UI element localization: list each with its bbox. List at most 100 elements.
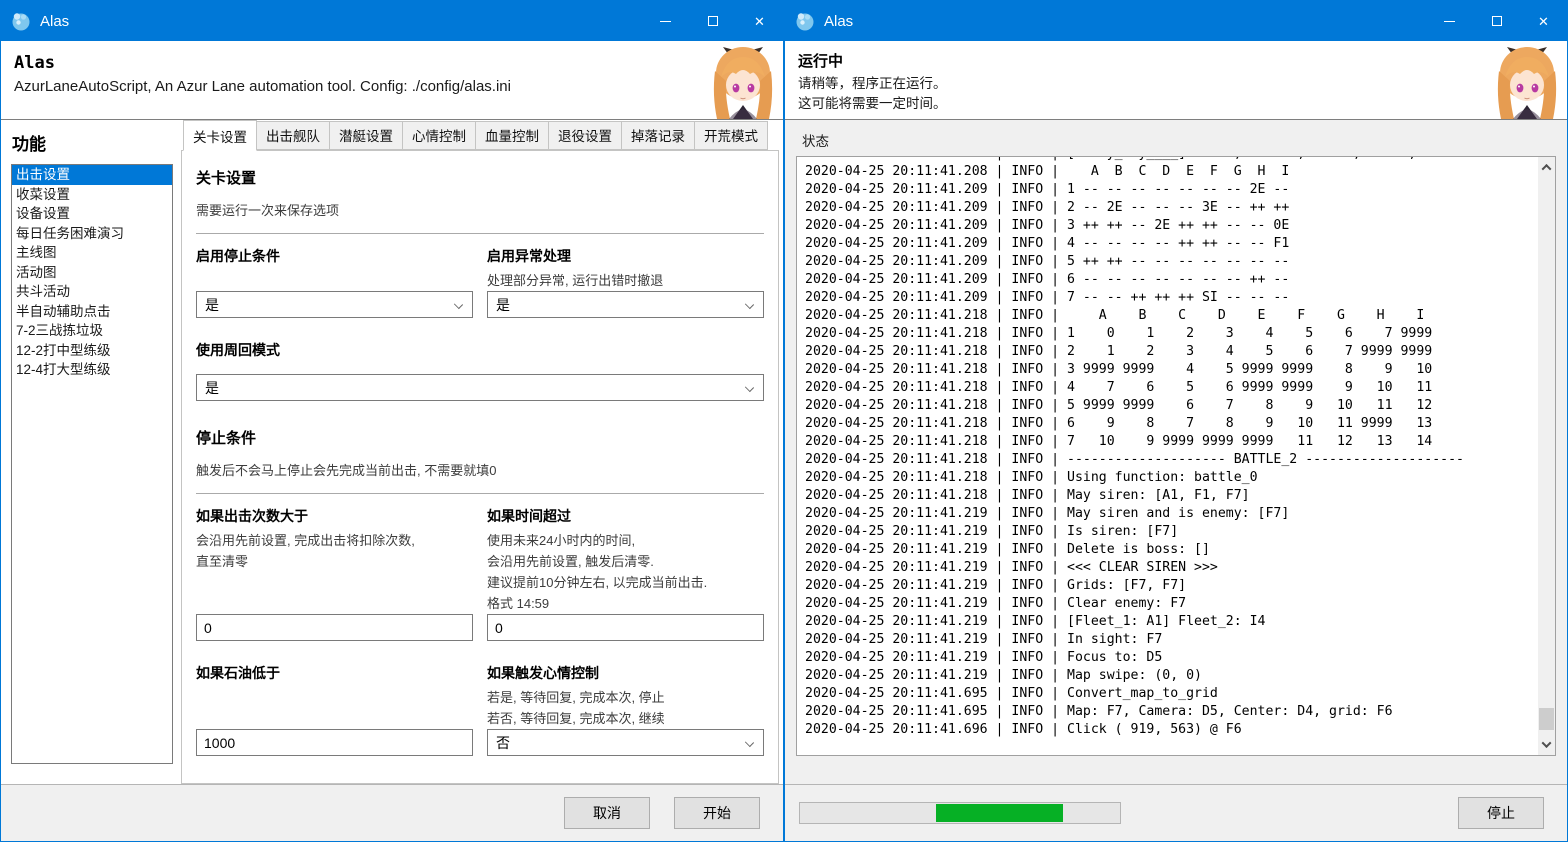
close-button[interactable]: ✕ [736, 1, 783, 41]
log-line: 2020-04-25 20:11:41.219 | INFO | [Fleet_… [805, 613, 1538, 631]
progress-chunk [936, 804, 1063, 822]
section-hint: 需要运行一次来保存选项 [196, 200, 764, 219]
avatar [711, 45, 775, 119]
runner-body: 状态 2020-04-25 20:11:41.208 | INFO | [ene… [785, 120, 1567, 784]
settings-body: 功能 出击设置收菜设置设备设置每日任务困难演习主线图活动图共斗活动半自动辅助点击… [1, 120, 783, 784]
tab-0[interactable]: 关卡设置 [183, 120, 257, 151]
log-line: 2020-04-25 20:11:41.219 | INFO | Is sire… [805, 523, 1538, 541]
progress-bar [799, 802, 1121, 824]
sidebar-item-4[interactable]: 主线图 [12, 243, 172, 263]
count-gt-label: 如果出击次数大于 [196, 506, 473, 526]
log-line: 2020-04-25 20:11:41.209 | INFO | 2 -- 2E… [805, 199, 1538, 217]
emotion-select[interactable]: 否 [487, 729, 764, 756]
enable-stop-select[interactable]: 是 [196, 291, 473, 318]
tab-7[interactable]: 开荒模式 [694, 121, 768, 150]
chevron-down-icon [1542, 738, 1552, 748]
log-line: 2020-04-25 20:11:41.218 | INFO | May sir… [805, 487, 1538, 505]
runner-footer: 停止 [785, 784, 1567, 841]
count-gt-help-1: 会沿用先前设置, 完成出击将扣除次数, [196, 530, 473, 551]
close-button[interactable]: ✕ [1520, 1, 1567, 41]
log-line: 2020-04-25 20:11:41.695 | INFO | Map: F7… [805, 703, 1538, 721]
maximize-icon [708, 16, 718, 26]
oil-below-input[interactable] [196, 729, 473, 756]
close-icon: ✕ [754, 15, 765, 28]
stop-section-title: 停止条件 [196, 427, 764, 448]
log-line: 2020-04-25 20:11:41.218 | INFO | 5 9999 … [805, 397, 1538, 415]
log-line: 2020-04-25 20:11:41.219 | INFO | In sigh… [805, 631, 1538, 649]
oil-below-label: 如果石油低于 [196, 663, 473, 683]
sidebar-item-3[interactable]: 每日任务困难演习 [12, 224, 172, 244]
enable-stop-value: 是 [205, 295, 219, 315]
enable-exception-label: 启用异常处理 [487, 246, 764, 266]
sidebar: 功能 出击设置收菜设置设备设置每日任务困难演习主线图活动图共斗活动半自动辅助点击… [1, 120, 181, 784]
window-title: Alas [824, 13, 853, 30]
runner-titlebar: Alas ✕ [785, 1, 1567, 41]
count-gt-input[interactable] [196, 614, 473, 641]
scroll-up-button[interactable] [1538, 159, 1555, 176]
sidebar-item-8[interactable]: 7-2三战拣垃圾 [12, 321, 172, 341]
tab-1[interactable]: 出击舰队 [256, 121, 330, 150]
loop-mode-select[interactable]: 是 [196, 374, 764, 401]
app-root: Alas ✕ Alas AzurLaneAutoScript, An Azur … [0, 0, 1568, 842]
log-line: 2020-04-25 20:11:41.696 | INFO | Click (… [805, 721, 1538, 739]
start-button[interactable]: 开始 [674, 797, 760, 829]
chevron-down-icon [454, 300, 463, 309]
sidebar-item-5[interactable]: 活动图 [12, 263, 172, 283]
log-line: 2020-04-25 20:11:41.218 | INFO | 7 10 9 … [805, 433, 1538, 451]
log-line: 2020-04-25 20:11:41.209 | INFO | 5 ++ ++… [805, 253, 1538, 271]
log-scrollbar[interactable] [1538, 157, 1555, 755]
scrollbar-thumb[interactable] [1539, 708, 1554, 730]
running-title: 运行中 [798, 50, 947, 71]
chevron-down-icon [745, 300, 754, 309]
minimize-icon [1444, 21, 1455, 22]
divider [196, 493, 764, 494]
log-line: 2020-04-25 20:11:41.219 | INFO | Map swi… [805, 667, 1538, 685]
sidebar-title: 功能 [12, 130, 173, 155]
maximize-button[interactable] [689, 1, 736, 41]
log-line: 2020-04-25 20:11:41.218 | INFO | 3 9999 … [805, 361, 1538, 379]
tab-bar: 关卡设置出击舰队潜艇设置心情控制血量控制退役设置掉落记录开荒模式 [181, 124, 779, 150]
time-over-label: 如果时间超过 [487, 506, 764, 526]
maximize-button[interactable] [1473, 1, 1520, 41]
minimize-button[interactable] [642, 1, 689, 41]
enable-exception-select[interactable]: 是 [487, 291, 764, 318]
section-title: 关卡设置 [196, 167, 764, 188]
log-line: 2020-04-25 20:11:41.219 | INFO | Delete … [805, 541, 1538, 559]
log-line: 2020-04-25 20:11:41.218 | INFO | 1 0 1 2… [805, 325, 1538, 343]
tab-6[interactable]: 掉落记录 [621, 121, 695, 150]
sidebar-item-0[interactable]: 出击设置 [12, 165, 172, 185]
sidebar-item-10[interactable]: 12-4打大型练级 [12, 360, 172, 380]
sidebar-item-7[interactable]: 半自动辅助点击 [12, 302, 172, 322]
settings-footer: 取消 开始 [1, 784, 783, 841]
minimize-button[interactable] [1426, 1, 1473, 41]
sidebar-item-1[interactable]: 收菜设置 [12, 185, 172, 205]
running-line-2: 这可能将需要一定时间。 [798, 94, 947, 114]
sidebar-item-2[interactable]: 设备设置 [12, 204, 172, 224]
log-line: 2020-04-25 20:11:41.218 | INFO | A B C D… [805, 307, 1538, 325]
tab-2[interactable]: 潜艇设置 [329, 121, 403, 150]
log-line: 2020-04-25 20:11:41.218 | INFO | 2 1 2 3… [805, 343, 1538, 361]
tab-pane: 关卡设置 需要运行一次来保存选项 启用停止条件 是 启用异常处理 [181, 150, 779, 784]
enable-exception-value: 是 [496, 295, 510, 315]
chevron-down-icon [745, 738, 754, 747]
log-line: 2020-04-25 20:11:41.219 | INFO | May sir… [805, 505, 1538, 523]
function-listbox: 出击设置收菜设置设备设置每日任务困难演习主线图活动图共斗活动半自动辅助点击7-2… [11, 164, 173, 764]
sidebar-item-9[interactable]: 12-2打中型练级 [12, 341, 172, 361]
cancel-button[interactable]: 取消 [564, 797, 650, 829]
sidebar-item-6[interactable]: 共斗活动 [12, 282, 172, 302]
scroll-down-button[interactable] [1538, 736, 1555, 753]
window-title: Alas [40, 13, 69, 30]
stop-button[interactable]: 停止 [1458, 797, 1544, 829]
tab-5[interactable]: 退役设置 [548, 121, 622, 150]
tab-3[interactable]: 心情控制 [402, 121, 476, 150]
settings-titlebar: Alas ✕ [1, 1, 783, 41]
time-over-help-3: 建议提前10分钟左右, 以完成当前出击. [487, 572, 764, 593]
log-line: 2020-04-25 20:11:41.219 | INFO | Clear e… [805, 595, 1538, 613]
log-line: 2020-04-25 20:11:41.209 | INFO | 1 -- --… [805, 181, 1538, 199]
time-over-input[interactable] [487, 614, 764, 641]
log-line: 2020-04-25 20:11:41.218 | INFO | -------… [805, 451, 1538, 469]
chevron-up-icon [1542, 164, 1552, 174]
chevron-down-icon [745, 383, 754, 392]
tab-4[interactable]: 血量控制 [475, 121, 549, 150]
log-box: 2020-04-25 20:11:41.208 | INFO | [enemy_… [796, 156, 1556, 756]
